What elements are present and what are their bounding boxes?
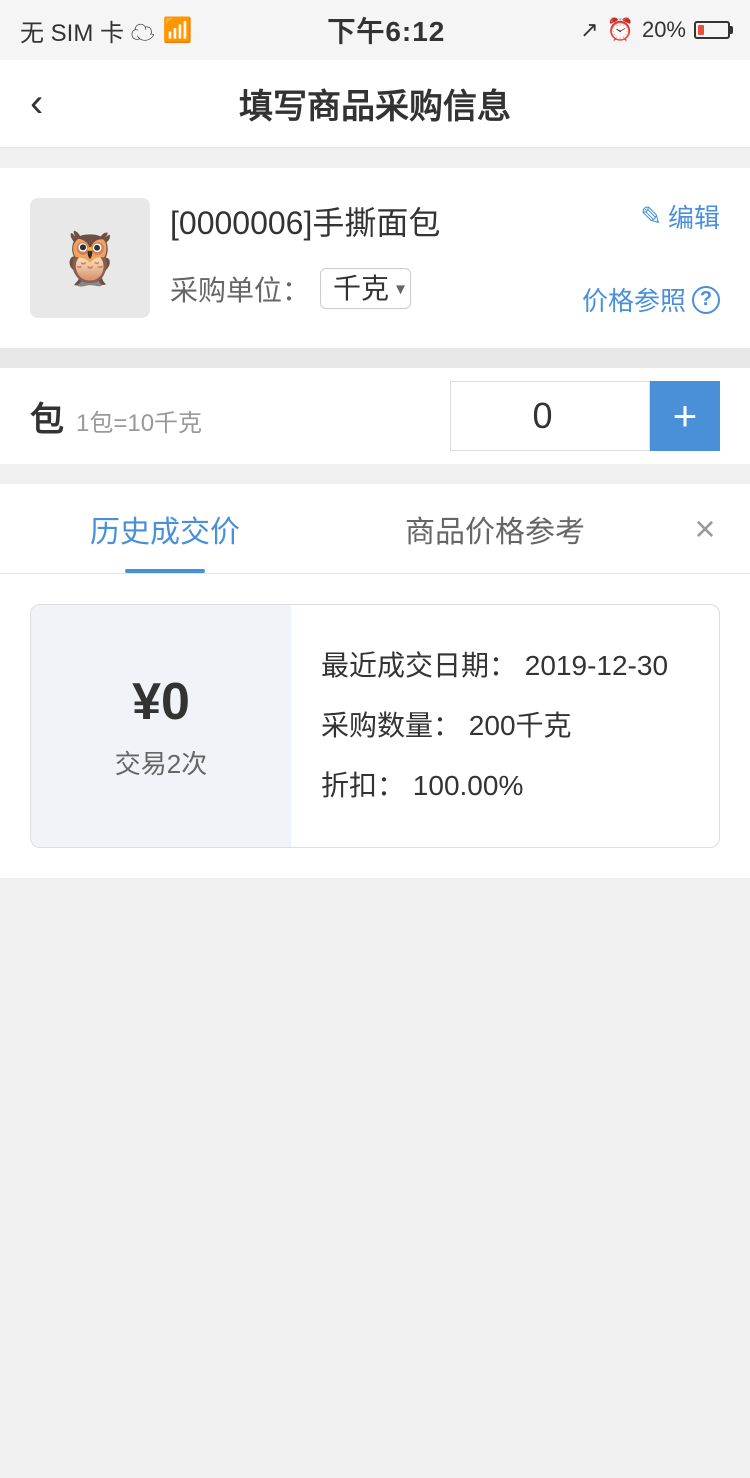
tab-product-price-ref[interactable]: 商品价格参考 xyxy=(330,484,660,573)
recent-date-value: 2019-12-30 xyxy=(525,650,668,681)
edit-button[interactable]: ✎ 编辑 xyxy=(640,198,720,235)
history-discount-row: 折扣： 100.00% xyxy=(321,765,689,807)
recent-date-label: 最近成交日期： xyxy=(321,650,517,681)
unit-select[interactable]: 千克 xyxy=(320,268,411,309)
tab-active-indicator xyxy=(125,569,205,573)
history-card: ¥0 交易2次 最近成交日期： 2019-12-30 采购数量： 200千克 折… xyxy=(30,604,720,848)
help-icon: ? xyxy=(692,286,720,314)
page-title: 填写商品采购信息 xyxy=(239,79,511,128)
history-card-price-area: ¥0 交易2次 xyxy=(31,605,291,847)
purchase-qty-label: 采购数量： xyxy=(321,710,461,741)
quantity-conversion: 1包=10千克 xyxy=(76,403,202,438)
edit-icon: ✎ xyxy=(640,201,662,232)
battery-icon xyxy=(694,21,730,39)
quantity-right: + xyxy=(450,381,720,451)
history-purchase-qty-row: 采购数量： 200千克 xyxy=(321,705,689,747)
wifi-icon: 📶 xyxy=(163,16,193,45)
history-card-detail-area: 最近成交日期： 2019-12-30 采购数量： 200千克 折扣： 100.0… xyxy=(291,605,719,847)
section-divider xyxy=(0,348,750,368)
history-trade-count: 交易2次 xyxy=(115,744,207,781)
location-icon: ↗ xyxy=(580,17,598,43)
quantity-plus-button[interactable]: + xyxy=(650,381,720,451)
purchase-qty-value: 200千克 xyxy=(469,710,572,741)
product-card: 🦉 [0000006]手撕面包 采购单位： 千克 ✎ 编辑 价格参照 ? xyxy=(0,168,750,348)
back-button[interactable]: ‹ xyxy=(30,81,43,126)
history-content: ¥0 交易2次 最近成交日期： 2019-12-30 采购数量： 200千克 折… xyxy=(0,574,750,878)
battery-percent: 20% xyxy=(642,17,686,43)
sim-label: 无 SIM 卡 ☁ xyxy=(20,13,155,48)
tab-history-price[interactable]: 历史成交价 xyxy=(0,484,330,573)
quantity-input[interactable] xyxy=(450,381,650,451)
history-price: ¥0 xyxy=(132,672,190,732)
quantity-unit-label: 包 xyxy=(30,392,64,441)
discount-label: 折扣： xyxy=(321,770,405,801)
bottom-empty-area xyxy=(0,878,750,1478)
quantity-left: 包 1包=10千克 xyxy=(30,392,202,441)
product-name: [0000006]手撕面包 xyxy=(170,198,720,244)
price-reference-button[interactable]: 价格参照 ? xyxy=(582,281,720,318)
tab-section: 历史成交价 商品价格参考 × ¥0 交易2次 最近成交日期： 2019-12-3… xyxy=(0,484,750,878)
status-time: 下午6:12 xyxy=(327,10,445,50)
status-bar: 无 SIM 卡 ☁ 📶 下午6:12 ↗ ⏰ 20% xyxy=(0,0,750,60)
status-right: ↗ ⏰ 20% xyxy=(580,17,730,43)
tab-bar: 历史成交价 商品价格参考 × xyxy=(0,484,750,574)
nav-bar: ‹ 填写商品采购信息 xyxy=(0,60,750,148)
alarm-icon: ⏰ xyxy=(607,17,634,43)
quantity-row: 包 1包=10千克 + xyxy=(0,368,750,464)
price-ref-label: 价格参照 xyxy=(582,281,686,318)
status-left: 无 SIM 卡 ☁ 📶 xyxy=(20,13,193,48)
history-recent-date-row: 最近成交日期： 2019-12-30 xyxy=(321,645,689,687)
discount-value: 100.00% xyxy=(413,770,524,801)
product-logo-icon: 🦉 xyxy=(58,228,123,289)
tab-close-button[interactable]: × xyxy=(660,484,750,573)
unit-label: 采购单位： xyxy=(170,269,310,309)
product-image: 🦉 xyxy=(30,198,150,318)
unit-select-wrapper[interactable]: 千克 xyxy=(320,268,411,309)
edit-label: 编辑 xyxy=(668,198,720,235)
